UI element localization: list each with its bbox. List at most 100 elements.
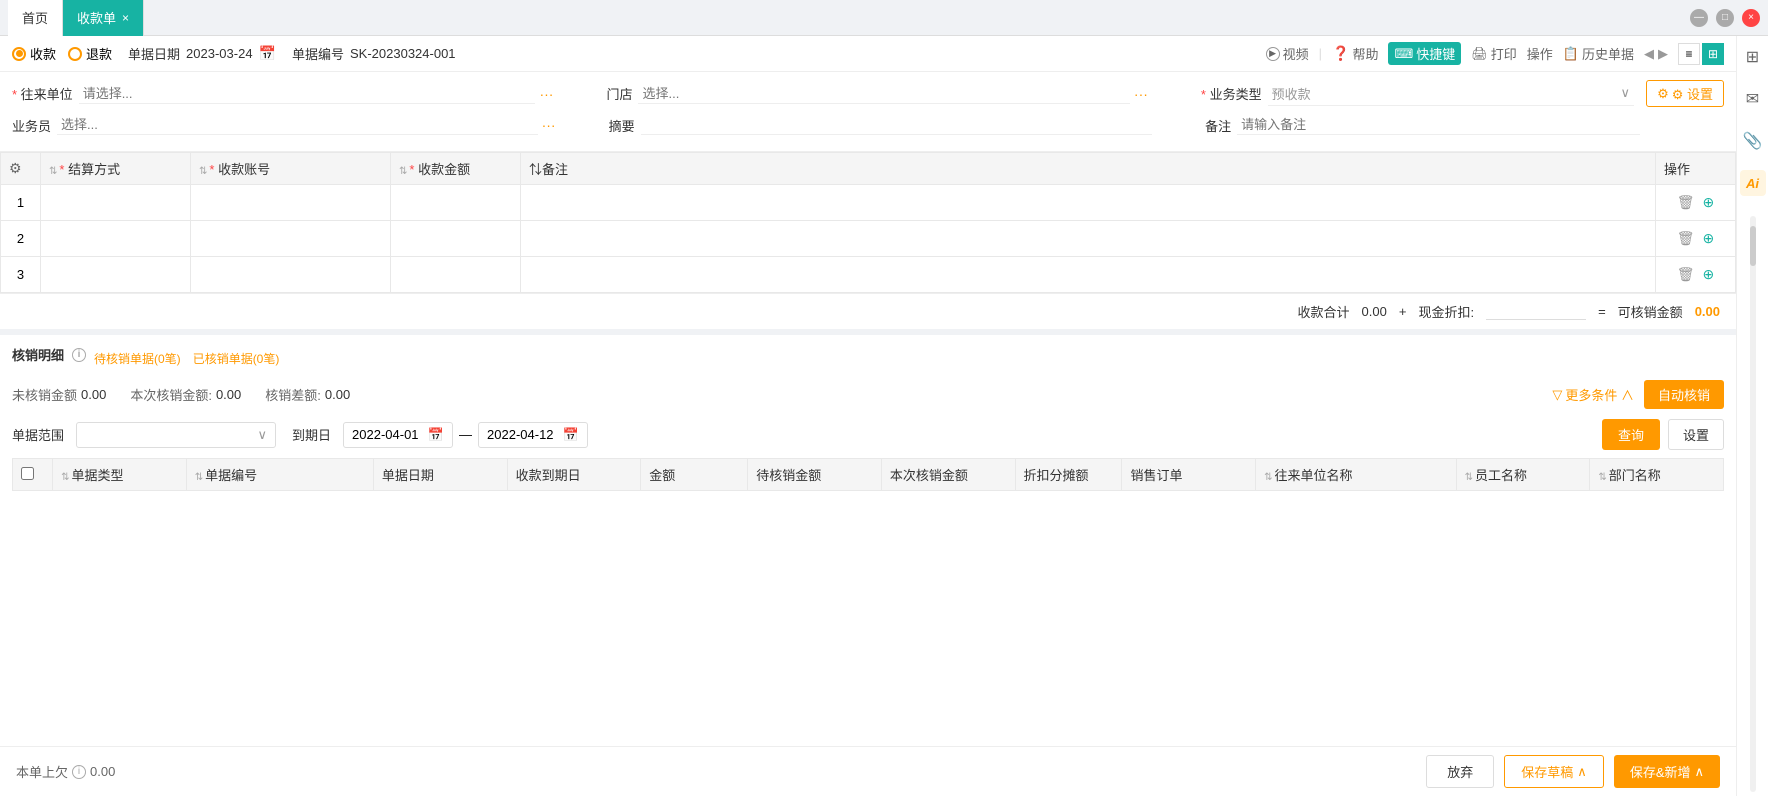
- th-employee: ⇅员工名称: [1456, 459, 1590, 491]
- radio-tuidan-label: 退款: [86, 44, 112, 63]
- row2-settle[interactable]: [41, 221, 191, 257]
- counterpart-more-btn[interactable]: ···: [539, 86, 553, 102]
- order-info-icon[interactable]: i: [72, 765, 86, 779]
- layout-list-icon[interactable]: ≡: [1678, 43, 1700, 65]
- remark-input[interactable]: [1237, 115, 1640, 135]
- th-settings[interactable]: ⚙: [1, 153, 41, 185]
- counterpart-input[interactable]: [79, 84, 536, 104]
- toolbar-print-btn[interactable]: 🖨 打印: [1471, 44, 1517, 63]
- row2-account[interactable]: [191, 221, 391, 257]
- nav-prev-icon[interactable]: ◀: [1644, 46, 1654, 62]
- collect-total-label: 收款合计: [1298, 302, 1350, 321]
- row3-remark[interactable]: [521, 257, 1656, 293]
- sidebar-mail-icon[interactable]: ✉: [1740, 86, 1766, 112]
- row3-amount[interactable]: [391, 257, 521, 293]
- window-minimize-button[interactable]: —: [1690, 9, 1708, 27]
- save-new-button[interactable]: 保存&新增 ∧: [1614, 755, 1720, 788]
- row3-copy-btn[interactable]: ⊕: [1703, 266, 1715, 283]
- summary-input[interactable]: [641, 115, 1153, 135]
- table-gear-icon[interactable]: ⚙: [9, 160, 22, 176]
- operate-label: 操作: [1527, 44, 1553, 63]
- th-discount: 折扣分摊额: [1015, 459, 1122, 491]
- row1-remark[interactable]: [521, 185, 1656, 221]
- summary-field: 摘要: [609, 115, 1153, 135]
- biztype-field: 业务类型 预收款 ∨: [1201, 82, 1634, 106]
- writeoff-settings-button[interactable]: 设置: [1668, 419, 1724, 450]
- row1-settle[interactable]: [41, 185, 191, 221]
- query-button[interactable]: 查询: [1602, 419, 1660, 450]
- layout-grid-icon[interactable]: ⊞: [1702, 43, 1724, 65]
- scope-select[interactable]: ∨: [76, 422, 276, 448]
- th-doc-date: 单据日期: [373, 459, 507, 491]
- th-current: 本次核销金额: [881, 459, 1015, 491]
- row3-account[interactable]: [191, 257, 391, 293]
- tab-home[interactable]: 首页: [8, 0, 63, 36]
- diff-stat: 核销差额: 0.00: [265, 385, 350, 404]
- tab-done[interactable]: 已核销单据(0笔): [193, 350, 280, 367]
- toolbar-shortcut-btn[interactable]: ⌨ 快捷键: [1388, 42, 1461, 65]
- radio-shoukuan[interactable]: 收款: [12, 44, 56, 63]
- sidebar-ai-icon[interactable]: Ai: [1740, 170, 1766, 196]
- writeoff-info-icon[interactable]: i: [72, 348, 86, 362]
- salesperson-input[interactable]: [57, 115, 538, 135]
- row2-copy-btn[interactable]: ⊕: [1703, 230, 1715, 247]
- discount-input[interactable]: [1486, 304, 1586, 320]
- row2-remark[interactable]: [521, 221, 1656, 257]
- auto-writeoff-btn[interactable]: 自动核销: [1644, 380, 1724, 409]
- toolbar-history-btn[interactable]: 📋 历史单据: [1563, 44, 1634, 63]
- due-date-label: 到期日: [292, 425, 331, 444]
- sum-row: 收款合计 0.00 + 现金折扣: = 可核销金额 0.00: [0, 293, 1736, 329]
- sidebar-table-icon[interactable]: ⊞: [1740, 44, 1766, 70]
- abandon-button[interactable]: 放弃: [1426, 755, 1494, 788]
- row3-delete-btn[interactable]: 🗑: [1677, 266, 1695, 283]
- save-draft-arrow: ∧: [1577, 764, 1587, 780]
- sidebar-clip-icon[interactable]: 📎: [1740, 128, 1766, 154]
- row1-account[interactable]: [191, 185, 391, 221]
- more-conditions-label: 更多条件 ∧: [1565, 385, 1634, 404]
- window-close-button[interactable]: ×: [1742, 9, 1760, 27]
- row3-settle[interactable]: [41, 257, 191, 293]
- writeoff-table: ⇅单据类型 ⇅单据编号 单据日期 收款到期日: [12, 458, 1724, 491]
- store-more-btn[interactable]: ···: [1134, 86, 1148, 102]
- date-calendar-icon[interactable]: 📅: [259, 45, 276, 62]
- scrollbar[interactable]: [1750, 216, 1756, 792]
- settings-button[interactable]: ⚙ ⚙ 设置: [1646, 80, 1724, 107]
- collection-table: ⚙ ⇅结算方式 ⇅收款账号 ⇅收款金额: [0, 152, 1736, 293]
- row1-delete-btn[interactable]: 🗑: [1677, 194, 1695, 211]
- window-controls: — □ ×: [1690, 9, 1760, 27]
- save-draft-button[interactable]: 保存草稿 ∧: [1504, 755, 1604, 788]
- window-maximize-button[interactable]: □: [1716, 9, 1734, 27]
- tab-home-label: 首页: [22, 8, 48, 27]
- tab-close-icon[interactable]: ×: [122, 11, 129, 25]
- tab-active[interactable]: 收款单 ×: [63, 0, 144, 36]
- video-label: 视频: [1283, 44, 1309, 63]
- toolbar-operate-btn[interactable]: 操作: [1527, 44, 1553, 63]
- biztype-select[interactable]: 预收款 ∨: [1268, 82, 1634, 106]
- row2-amount[interactable]: [391, 221, 521, 257]
- writeoff-filters: 单据范围 ∨ 到期日 2022-04-01 📅 — 2022-04-12: [12, 419, 1724, 450]
- radio-tuidan[interactable]: 退款: [68, 44, 112, 63]
- biztype-label: 业务类型: [1201, 84, 1262, 103]
- summary-label: 摘要: [609, 116, 635, 135]
- help-icon: ❓: [1332, 45, 1349, 62]
- filter-icon: ▽: [1552, 387, 1562, 403]
- sort-icon2: ⇅: [199, 166, 207, 177]
- toolbar-video-btn[interactable]: ▶ 视频: [1266, 44, 1309, 63]
- nav-next-icon[interactable]: ▶: [1658, 46, 1668, 62]
- tab-pending[interactable]: 待核销单据(0笔): [94, 350, 181, 367]
- number-value: SK-20230324-001: [350, 46, 456, 61]
- row1-amount[interactable]: [391, 185, 521, 221]
- date-to-input[interactable]: 2022-04-12 📅: [478, 422, 588, 448]
- row1-copy-btn[interactable]: ⊕: [1703, 194, 1715, 211]
- store-input[interactable]: [638, 84, 1129, 104]
- more-conditions-btn[interactable]: ▽ 更多条件 ∧: [1552, 385, 1634, 404]
- date-from-input[interactable]: 2022-04-01 📅: [343, 422, 453, 448]
- salesperson-more-btn[interactable]: ···: [542, 117, 556, 133]
- toolbar-help-btn[interactable]: ❓ 帮助: [1332, 44, 1378, 63]
- row2-delete-btn[interactable]: 🗑: [1677, 230, 1695, 247]
- save-new-arrow: ∧: [1694, 764, 1704, 780]
- date-from-value: 2022-04-01: [352, 427, 419, 442]
- table-row: 3 🗑 ⊕: [1, 257, 1736, 293]
- select-all-checkbox[interactable]: [21, 467, 34, 480]
- writeoff-title: 核销明细 i: [12, 345, 86, 364]
